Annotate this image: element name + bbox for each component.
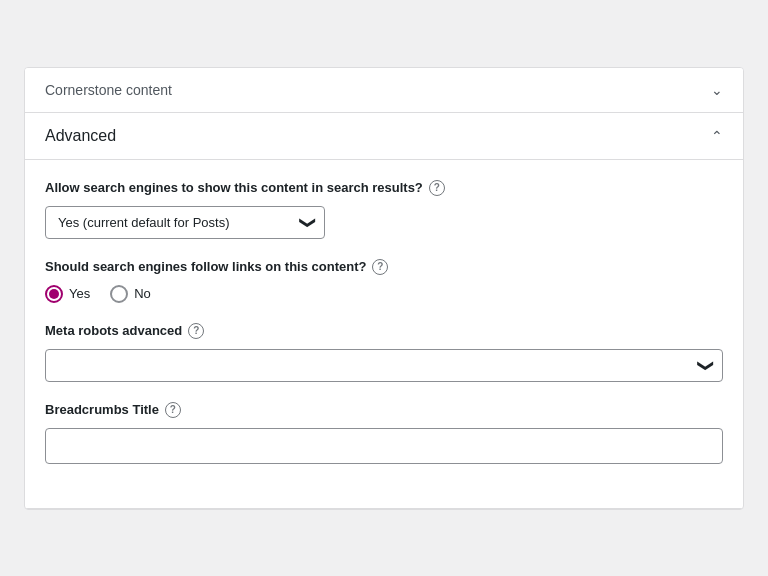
advanced-section-header[interactable]: Advanced ⌃ (25, 113, 743, 160)
search-visibility-label-row: Allow search engines to show this conten… (45, 180, 723, 196)
follow-links-no-label: No (134, 286, 151, 301)
cornerstone-section-label: Cornerstone content (45, 82, 172, 98)
meta-robots-label-row: Meta robots advanced ? (45, 323, 723, 339)
search-visibility-group: Allow search engines to show this conten… (45, 180, 723, 239)
follow-links-no-option[interactable]: No (110, 285, 151, 303)
advanced-section-label: Advanced (45, 127, 116, 145)
breadcrumbs-title-label-row: Breadcrumbs Title ? (45, 402, 723, 418)
cornerstone-chevron-down-icon: ⌄ (711, 82, 723, 98)
follow-links-label-text: Should search engines follow links on th… (45, 259, 366, 274)
advanced-content: Allow search engines to show this conten… (25, 160, 743, 508)
breadcrumbs-title-group: Breadcrumbs Title ? (45, 402, 723, 464)
follow-links-no-radio[interactable] (110, 285, 128, 303)
meta-robots-select[interactable]: noarchive nosnippet noodp noimageindex (45, 349, 723, 382)
follow-links-yes-option[interactable]: Yes (45, 285, 90, 303)
search-visibility-select-wrapper: Yes (current default for Posts)No ❯ (45, 206, 325, 239)
follow-links-yes-radio[interactable] (45, 285, 63, 303)
follow-links-label-row: Should search engines follow links on th… (45, 259, 723, 275)
advanced-chevron-up-icon: ⌃ (711, 128, 723, 144)
follow-links-group: Should search engines follow links on th… (45, 259, 723, 303)
meta-robots-group: Meta robots advanced ? noarchive nosnipp… (45, 323, 723, 382)
search-visibility-label-text: Allow search engines to show this conten… (45, 180, 423, 195)
search-visibility-help-icon[interactable]: ? (429, 180, 445, 196)
breadcrumbs-title-label-text: Breadcrumbs Title (45, 402, 159, 417)
cornerstone-section-header[interactable]: Cornerstone content ⌄ (25, 68, 743, 113)
search-visibility-select[interactable]: Yes (current default for Posts)No (45, 206, 325, 239)
breadcrumbs-title-input[interactable] (45, 428, 723, 464)
follow-links-yes-label: Yes (69, 286, 90, 301)
seo-panel: Cornerstone content ⌄ Advanced ⌃ Allow s… (24, 67, 744, 510)
meta-robots-help-icon[interactable]: ? (188, 323, 204, 339)
advanced-section: Advanced ⌃ Allow search engines to show … (25, 113, 743, 509)
follow-links-radio-group: Yes No (45, 285, 723, 303)
follow-links-help-icon[interactable]: ? (372, 259, 388, 275)
breadcrumbs-title-help-icon[interactable]: ? (165, 402, 181, 418)
meta-robots-select-wrapper: noarchive nosnippet noodp noimageindex ❯ (45, 349, 723, 382)
meta-robots-label-text: Meta robots advanced (45, 323, 182, 338)
